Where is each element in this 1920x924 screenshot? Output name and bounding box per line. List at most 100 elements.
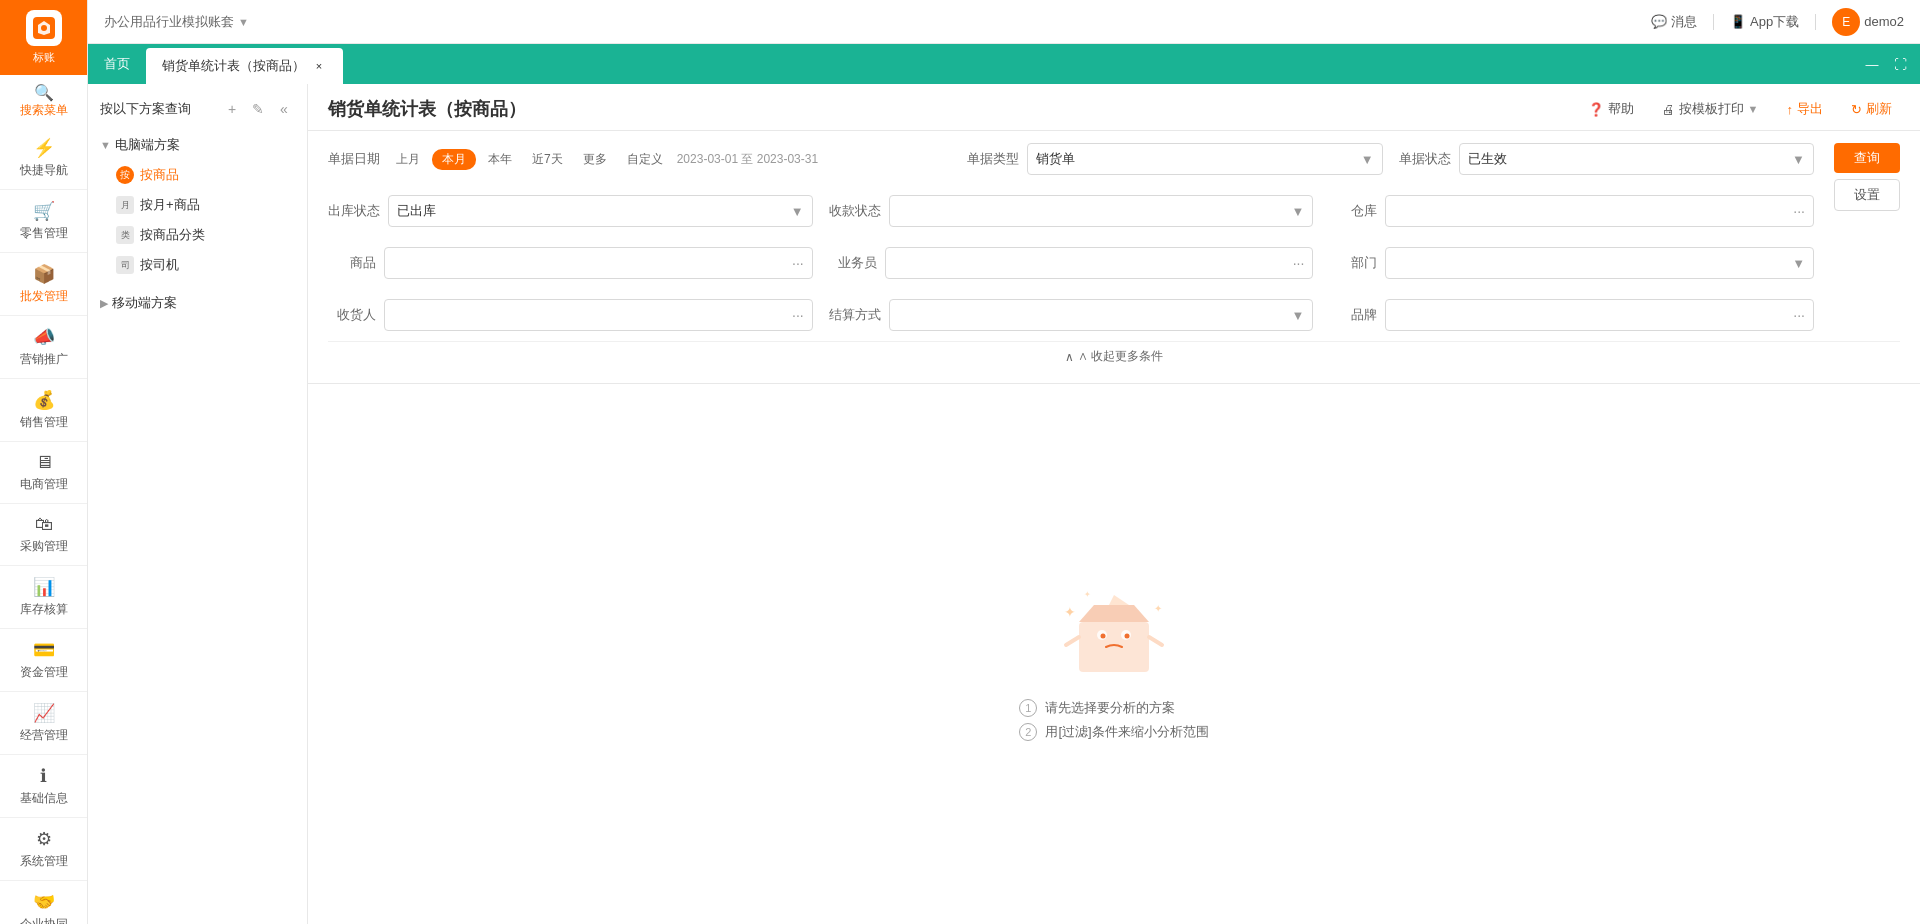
left-panel-title: 按以下方案查询 <box>100 100 191 118</box>
scheme-by-category[interactable]: 类 按商品分类 <box>88 220 307 250</box>
sidebar-item-purchase[interactable]: 🛍 采购管理 <box>0 504 88 566</box>
template-print-btn[interactable]: 🖨 按模板打印 ▼ <box>1654 96 1767 122</box>
tab-bar: 首页 销货单统计表（按商品） × — ⛶ <box>88 44 1920 84</box>
collab-icon: 🤝 <box>33 891 55 913</box>
sidebar-item-collab[interactable]: 🤝 企业协同 <box>0 881 88 924</box>
tab-bar-end: — ⛶ <box>1860 52 1920 76</box>
tab-close-btn[interactable]: × <box>311 58 327 74</box>
sidebar-item-marketing[interactable]: 📣 营销推广 <box>0 316 88 379</box>
scheme-by-month-goods[interactable]: 月 按月+商品 <box>88 190 307 220</box>
recv-status-control[interactable]: ▼ <box>889 195 1314 227</box>
filter-row-1: 单据日期 上月 本月 本年 近7天 更多 自定义 <box>328 143 1814 175</box>
sidebar-item-basic-info[interactable]: ℹ 基础信息 <box>0 755 88 818</box>
sidebar-item-sales[interactable]: 💰 销售管理 <box>0 379 88 442</box>
edit-scheme-btn[interactable]: ✎ <box>247 98 269 120</box>
header-left: 办公用品行业模拟账套 ▼ <box>104 13 249 31</box>
doc-status-control[interactable]: 已生效 ▼ <box>1459 143 1814 175</box>
export-label: 导出 <box>1797 100 1823 118</box>
out-status-arrow-icon: ▼ <box>791 204 804 219</box>
edit-icon: ✎ <box>252 101 264 117</box>
brand-control[interactable]: ··· <box>1385 299 1814 331</box>
print-icon: 🖨 <box>1662 102 1675 117</box>
sidebar-item-operations[interactable]: 📈 经营管理 <box>0 692 88 755</box>
sidebar-item-system[interactable]: ⚙ 系统管理 <box>0 818 88 881</box>
date-btn-this-year[interactable]: 本年 <box>480 149 520 170</box>
dept-control[interactable]: ▼ <box>1385 247 1814 279</box>
add-scheme-btn[interactable]: + <box>221 98 243 120</box>
date-btn-this-month[interactable]: 本月 <box>432 149 476 170</box>
salesperson-label: 业务员 <box>829 254 877 272</box>
doc-status-value: 已生效 <box>1468 150 1507 168</box>
warehouse-control[interactable]: ··· <box>1385 195 1814 227</box>
download-icon: 📱 <box>1730 14 1746 29</box>
username-label: demo2 <box>1864 14 1904 29</box>
minimize-icon: — <box>1866 57 1879 72</box>
mobile-scheme-parent[interactable]: ▶ 移动端方案 <box>88 288 307 318</box>
goods-dots-icon: ··· <box>792 255 804 271</box>
salesperson-control[interactable]: ··· <box>885 247 1314 279</box>
date-range-display: 2023-03-01 至 2023-03-31 <box>677 151 818 168</box>
filter-field-payment: 结算方式 ▼ <box>829 299 1314 331</box>
query-button[interactable]: 查询 <box>1834 143 1900 173</box>
date-btn-7days[interactable]: 近7天 <box>524 149 571 170</box>
recipient-control[interactable]: ··· <box>384 299 813 331</box>
tab-maximize-btn[interactable]: ⛶ <box>1888 52 1912 76</box>
app-logo[interactable]: 标账 <box>0 0 88 75</box>
doc-type-label: 单据类型 <box>967 150 1019 168</box>
app-download-btn[interactable]: 📱 App下载 <box>1730 13 1799 31</box>
sidebar-item-wholesale[interactable]: 📦 批发管理 <box>0 253 88 316</box>
sidebar-item-ecommerce[interactable]: 🖥 电商管理 <box>0 442 88 504</box>
pc-scheme-parent[interactable]: ▼ 电脑端方案 <box>88 130 307 160</box>
scheme-by-driver[interactable]: 司 按司机 <box>88 250 307 280</box>
user-menu[interactable]: E demo2 <box>1832 8 1904 36</box>
message-label: 消息 <box>1671 13 1697 31</box>
sidebar-item-inventory[interactable]: 📊 库存核算 <box>0 566 88 629</box>
filter-field-recipient: 收货人 ··· <box>328 299 813 331</box>
tab-home[interactable]: 首页 <box>88 44 146 84</box>
message-icon: 💬 <box>1651 14 1667 29</box>
tab-active-label: 销货单统计表（按商品） <box>162 57 305 75</box>
help-btn[interactable]: ❓ 帮助 <box>1580 96 1642 122</box>
collapse-more-btn[interactable]: ∧ ∧ 收起更多条件 <box>328 341 1900 371</box>
salesperson-dots-icon: ··· <box>1293 255 1305 271</box>
tab-home-label: 首页 <box>104 55 130 73</box>
out-status-value: 已出库 <box>397 202 436 220</box>
doc-status-arrow-icon: ▼ <box>1792 152 1805 167</box>
filter-area: 单据日期 上月 本月 本年 近7天 更多 自定义 <box>308 131 1920 384</box>
out-status-control[interactable]: 已出库 ▼ <box>388 195 813 227</box>
recv-status-label: 收款状态 <box>829 202 881 220</box>
tab-active[interactable]: 销货单统计表（按商品） × <box>146 48 343 84</box>
sidebar-item-retail[interactable]: 🛒 零售管理 <box>0 190 88 253</box>
date-btn-last-month[interactable]: 上月 <box>388 149 428 170</box>
page-actions: ❓ 帮助 🖨 按模板打印 ▼ ↑ 导出 ↻ 刷新 <box>1580 96 1900 122</box>
filter-field-goods: 商品 ··· <box>328 247 813 279</box>
refresh-btn[interactable]: ↻ 刷新 <box>1843 96 1900 122</box>
inventory-label: 库存核算 <box>20 601 68 618</box>
settings-button[interactable]: 设置 <box>1834 179 1900 211</box>
filter-field-dept: 部门 ▼ <box>1329 247 1814 279</box>
scheme-by-goods[interactable]: 按 按商品 <box>88 160 307 190</box>
industry-selector[interactable]: 办公用品行业模拟账套 ▼ <box>104 13 249 31</box>
export-btn[interactable]: ↑ 导出 <box>1779 96 1832 122</box>
filter-row-3: 商品 ··· 业务员 ··· <box>328 247 1814 279</box>
shortcut-label: 快捷导航 <box>20 162 68 179</box>
filter-field-salesperson: 业务员 ··· <box>829 247 1314 279</box>
tip-num-2: 2 <box>1019 723 1037 741</box>
wholesale-icon: 📦 <box>33 263 55 285</box>
filter-field-warehouse: 仓库 ··· <box>1329 195 1814 227</box>
svg-text:✦: ✦ <box>1084 590 1091 599</box>
payment-control[interactable]: ▼ <box>889 299 1314 331</box>
tab-minimize-btn[interactable]: — <box>1860 52 1884 76</box>
divider-1 <box>1713 14 1714 30</box>
sidebar-item-shortcut[interactable]: ⚡ 快捷导航 <box>0 127 88 190</box>
date-btn-more[interactable]: 更多 <box>575 149 615 170</box>
collapse-panel-btn[interactable]: « <box>273 98 295 120</box>
help-icon: ❓ <box>1588 102 1604 117</box>
goods-control[interactable]: ··· <box>384 247 813 279</box>
message-btn[interactable]: 💬 消息 <box>1651 13 1697 31</box>
date-btn-custom[interactable]: 自定义 <box>619 149 671 170</box>
search-menu-item[interactable]: 🔍 搜索菜单 <box>16 75 72 127</box>
sidebar-item-finance[interactable]: 💳 资金管理 <box>0 629 88 692</box>
doc-type-control[interactable]: 销货单 ▼ <box>1027 143 1382 175</box>
wholesale-label: 批发管理 <box>20 288 68 305</box>
